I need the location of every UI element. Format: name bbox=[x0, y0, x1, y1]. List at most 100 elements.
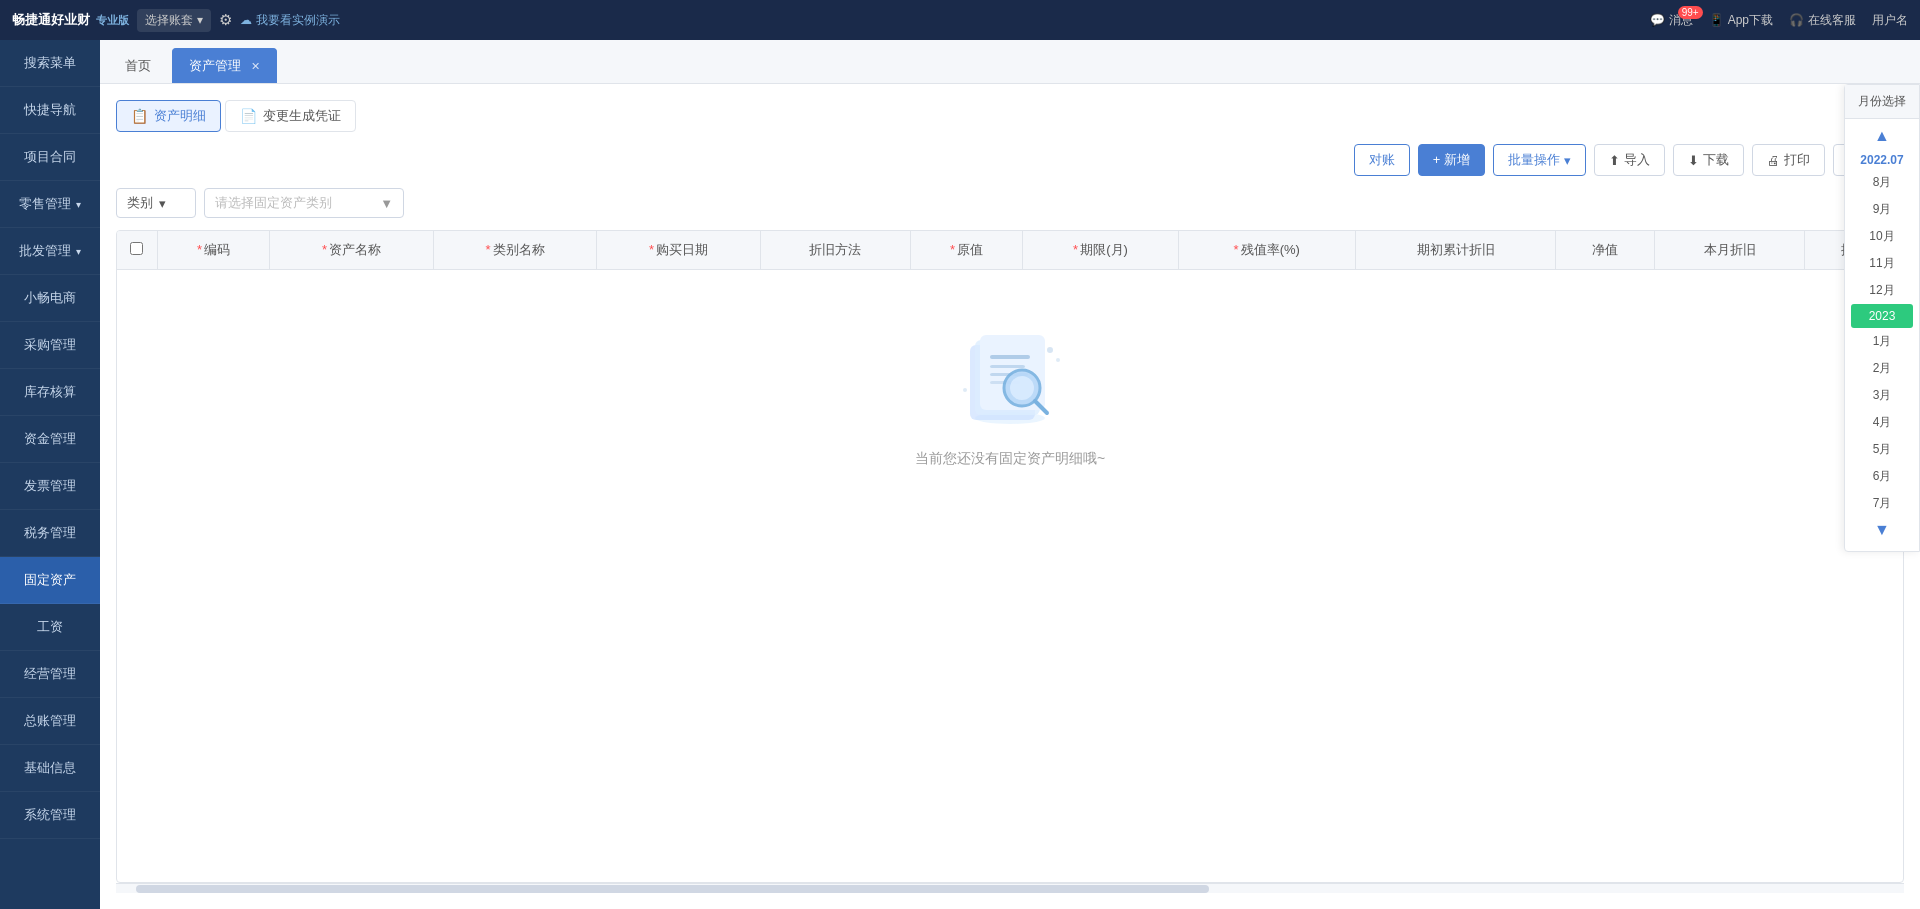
sidebar-item-search[interactable]: 搜索菜单 bbox=[0, 40, 100, 87]
brand-sub: 专业版 bbox=[96, 13, 129, 28]
app-download-button[interactable]: 📱 App下载 bbox=[1709, 12, 1773, 29]
top-bar-right: 💬 消息 99+ 📱 App下载 🎧 在线客服 用户名 bbox=[1650, 12, 1908, 29]
th-name: *资产名称 bbox=[270, 231, 433, 270]
download-icon: ⬇ bbox=[1688, 153, 1699, 168]
sidebar-item-basic-info[interactable]: 基础信息 bbox=[0, 745, 100, 792]
sidebar-label-quick-nav: 快捷导航 bbox=[24, 102, 76, 117]
svg-point-13 bbox=[963, 388, 967, 392]
print-button[interactable]: 🖨 打印 bbox=[1752, 144, 1825, 176]
user-name: 用户名 bbox=[1872, 13, 1908, 27]
batch-button[interactable]: 批量操作 ▾ bbox=[1493, 144, 1586, 176]
phone-icon: 📱 bbox=[1709, 13, 1724, 27]
month-nav-up[interactable]: ▲ bbox=[1845, 123, 1919, 149]
sidebar-item-project[interactable]: 项目合同 bbox=[0, 134, 100, 181]
demo-link[interactable]: ☁ 我要看实例演示 bbox=[240, 12, 340, 29]
month-item-jan[interactable]: 1月 bbox=[1845, 328, 1919, 355]
sidebar-item-wholesale[interactable]: 批发管理 ▾ bbox=[0, 228, 100, 275]
month-selector-panel: 月份选择 ▲ 2022.07 8月 9月 10月 11月 12月 bbox=[1844, 84, 1920, 552]
reconcile-button[interactable]: 对账 bbox=[1354, 144, 1410, 176]
download-label: 下载 bbox=[1703, 151, 1729, 169]
selector-chevron-icon: ▾ bbox=[197, 13, 203, 27]
sidebar-label-project: 项目合同 bbox=[24, 149, 76, 164]
chevron-down-icon: ▾ bbox=[76, 199, 81, 210]
month-item-dec[interactable]: 12月 bbox=[1845, 277, 1919, 304]
tab-close-icon[interactable]: ✕ bbox=[251, 60, 260, 72]
th-depreciation-method: 折旧方法 bbox=[760, 231, 910, 270]
sidebar-label-fixed-assets: 固定资产 bbox=[24, 572, 76, 587]
main-layout: 搜索菜单 快捷导航 项目合同 零售管理 ▾ 批发管理 ▾ 小畅电商 采购管理 库… bbox=[0, 40, 1920, 909]
month-nav-down[interactable]: ▼ bbox=[1845, 517, 1919, 543]
sidebar-label-basic-info: 基础信息 bbox=[24, 760, 76, 775]
select-all-checkbox[interactable] bbox=[130, 242, 143, 255]
app-download-label: App下载 bbox=[1728, 12, 1773, 29]
empty-state-row: 当前您还没有固定资产明细哦~ bbox=[117, 270, 1903, 529]
month-item-sep[interactable]: 9月 bbox=[1845, 196, 1919, 223]
batch-chevron-icon: ▾ bbox=[1564, 153, 1571, 168]
sub-tab-asset-detail[interactable]: 📋 资产明细 bbox=[116, 100, 221, 132]
month-item-feb[interactable]: 2月 bbox=[1845, 355, 1919, 382]
month-item-oct[interactable]: 10月 bbox=[1845, 223, 1919, 250]
month-item-mar[interactable]: 3月 bbox=[1845, 382, 1919, 409]
scroll-thumb[interactable] bbox=[136, 885, 1209, 893]
download-button[interactable]: ⬇ 下载 bbox=[1673, 144, 1744, 176]
asset-data-table: *编码 *资产名称 *类别名称 *购买日期 折旧方法 *原值 *期限(月) *残… bbox=[117, 231, 1903, 528]
sidebar-item-system[interactable]: 系统管理 bbox=[0, 792, 100, 839]
th-monthly-depreciation: 本月折旧 bbox=[1655, 231, 1805, 270]
category-filter-select[interactable]: 类别 ▾ bbox=[116, 188, 196, 218]
sidebar-item-invoice[interactable]: 发票管理 bbox=[0, 463, 100, 510]
month-item-jul[interactable]: 7月 bbox=[1845, 490, 1919, 517]
month-item-apr[interactable]: 4月 bbox=[1845, 409, 1919, 436]
month-item-aug[interactable]: 8月 bbox=[1845, 169, 1919, 196]
month-item-may[interactable]: 5月 bbox=[1845, 436, 1919, 463]
svg-rect-4 bbox=[990, 355, 1030, 359]
account-selector[interactable]: 选择账套 ▾ bbox=[137, 9, 211, 32]
sidebar-item-purchase[interactable]: 采购管理 bbox=[0, 322, 100, 369]
add-button[interactable]: + 新增 bbox=[1418, 144, 1485, 176]
dropdown-arrow-icon: ▼ bbox=[380, 196, 393, 211]
sidebar-item-inventory[interactable]: 库存核算 bbox=[0, 369, 100, 416]
sidebar-item-fixed-assets[interactable]: 固定资产 bbox=[0, 557, 100, 604]
th-net-value: 净值 bbox=[1556, 231, 1655, 270]
sidebar-item-tax[interactable]: 税务管理 bbox=[0, 510, 100, 557]
online-service-button[interactable]: 🎧 在线客服 bbox=[1789, 12, 1856, 29]
category-input-wrapper[interactable]: 请选择固定资产类别 ▼ bbox=[204, 188, 404, 218]
settings-gear-icon[interactable]: ⚙ bbox=[219, 11, 232, 29]
top-bar: 畅捷通好业财 专业版 选择账套 ▾ ⚙ ☁ 我要看实例演示 💬 消息 99+ 📱… bbox=[0, 0, 1920, 40]
sub-tab-change-voucher[interactable]: 📄 变更生成凭证 bbox=[225, 100, 356, 132]
bottom-scrollbar[interactable] bbox=[116, 883, 1904, 893]
table-header-row: *编码 *资产名称 *类别名称 *购买日期 折旧方法 *原值 *期限(月) *残… bbox=[117, 231, 1903, 270]
sidebar-item-retail[interactable]: 零售管理 ▾ bbox=[0, 181, 100, 228]
sidebar-label-finance: 资金管理 bbox=[24, 431, 76, 446]
month-down-arrow[interactable]: ▼ bbox=[1870, 521, 1894, 539]
month-up-arrow[interactable]: ▲ bbox=[1870, 127, 1894, 145]
sidebar-item-quick-nav[interactable]: 快捷导航 bbox=[0, 87, 100, 134]
sidebar-item-ecommerce[interactable]: 小畅电商 bbox=[0, 275, 100, 322]
svg-point-11 bbox=[1047, 347, 1053, 353]
th-period: *期限(月) bbox=[1023, 231, 1178, 270]
detail-list-icon: 📋 bbox=[131, 108, 148, 124]
month-item-nov[interactable]: 11月 bbox=[1845, 250, 1919, 277]
th-checkbox bbox=[117, 231, 157, 270]
svg-rect-5 bbox=[990, 365, 1025, 368]
online-service-label: 在线客服 bbox=[1808, 12, 1856, 29]
th-accumulated-depreciation: 期初累计折旧 bbox=[1356, 231, 1556, 270]
sub-tab-voucher-label: 变更生成凭证 bbox=[263, 107, 341, 125]
import-button[interactable]: ⬆ 导入 bbox=[1594, 144, 1665, 176]
sidebar: 搜索菜单 快捷导航 项目合同 零售管理 ▾ 批发管理 ▾ 小畅电商 采购管理 库… bbox=[0, 40, 100, 909]
message-button[interactable]: 💬 消息 99+ bbox=[1650, 12, 1693, 29]
tab-home-label: 首页 bbox=[125, 58, 151, 73]
sidebar-label-system: 系统管理 bbox=[24, 807, 76, 822]
message-icon: 💬 bbox=[1650, 13, 1665, 27]
month-item-jun[interactable]: 6月 bbox=[1845, 463, 1919, 490]
tab-home[interactable]: 首页 bbox=[108, 48, 168, 83]
th-code: *编码 bbox=[157, 231, 270, 270]
sidebar-item-operations[interactable]: 经营管理 bbox=[0, 651, 100, 698]
th-original-value: *原值 bbox=[910, 231, 1023, 270]
user-info[interactable]: 用户名 bbox=[1872, 12, 1908, 29]
sidebar-item-finance[interactable]: 资金管理 bbox=[0, 416, 100, 463]
tab-asset-management[interactable]: 资产管理 ✕ bbox=[172, 48, 277, 83]
empty-illustration bbox=[950, 330, 1070, 430]
sidebar-item-general-ledger[interactable]: 总账管理 bbox=[0, 698, 100, 745]
content-area: 首页 资产管理 ✕ 📋 资产明细 📄 变更生成凭证 bbox=[100, 40, 1920, 909]
sidebar-item-salary[interactable]: 工资 bbox=[0, 604, 100, 651]
